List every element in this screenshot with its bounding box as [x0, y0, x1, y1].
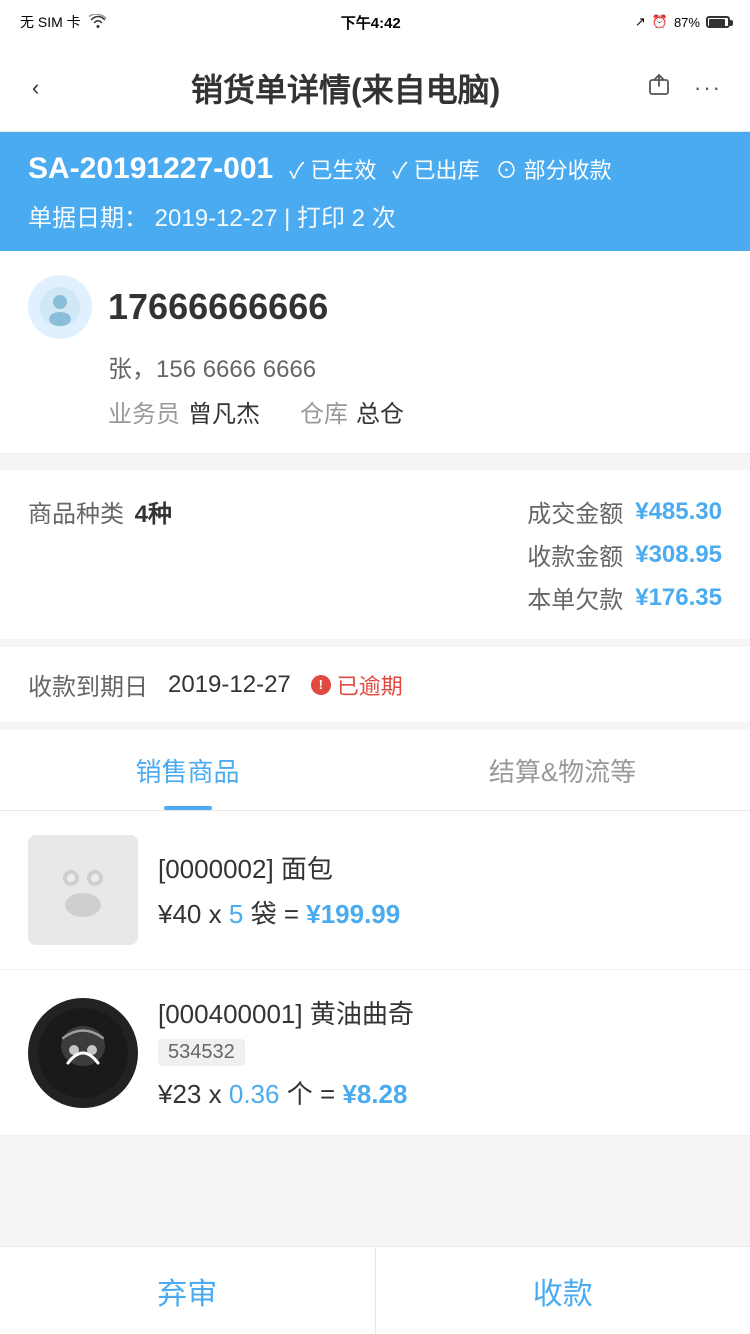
avatar — [28, 275, 92, 339]
list-item: [000400001] 黄油曲奇 534532 ¥23 x 0.36 个 = ¥… — [0, 970, 750, 1136]
alarm-icon: ⏰ — [652, 14, 668, 30]
qty-value-2: 0.36 — [229, 1079, 280, 1109]
product-name-1: [0000002] 面包 — [158, 849, 722, 886]
warehouse-label: 仓库 — [300, 394, 348, 429]
status-bar: 无 SIM 卡 下午4:42 ↗ ⏰ 87% — [0, 0, 750, 44]
product-tag-2: 534532 — [158, 1039, 245, 1066]
nav-actions: ··· — [644, 70, 726, 106]
products-section: [0000002] 面包 ¥40 x 5 袋 = ¥199.99 — [0, 811, 750, 1136]
product-price-2: ¥23 x 0.36 个 = ¥8.28 — [158, 1074, 722, 1111]
cancel-review-label: 弃审 — [157, 1269, 217, 1313]
list-item: [0000002] 面包 ¥40 x 5 袋 = ¥199.99 — [0, 811, 750, 970]
receive-payment-label: 收款 — [533, 1269, 593, 1313]
product-price-1: ¥40 x 5 袋 = ¥199.99 — [158, 894, 722, 931]
date-label: 单据日期： — [28, 205, 148, 232]
bottom-action-bar: 弃审 收款 — [0, 1246, 750, 1334]
cancel-review-button[interactable]: 弃审 — [0, 1247, 376, 1334]
total-value-2: ¥8.28 — [342, 1079, 407, 1109]
tab-sales-products-label: 销售商品 — [135, 752, 239, 789]
page-title: 销货单详情(来自电脑) — [191, 65, 500, 111]
received-value: ¥308.95 — [635, 541, 722, 569]
sales-label: 业务员 — [108, 394, 180, 429]
product-types-label: 商品种类 — [28, 501, 124, 528]
qty-value-1: 5 — [229, 899, 243, 929]
customer-top: 17666666666 — [28, 275, 722, 339]
warehouse-value: 总仓 — [356, 394, 404, 429]
banner-top: SA-20191227-001 ✓ 已生效 ✓ 已出库 ⊙ 部分收款 — [28, 152, 722, 186]
customer-contact: 张，156 6666 6666 — [28, 349, 722, 384]
overdue-dot-icon: ! — [311, 675, 331, 695]
wifi-icon — [89, 14, 107, 31]
deal-amount-row: 成交金额 ¥485.30 — [527, 494, 722, 529]
order-banner: SA-20191227-001 ✓ 已生效 ✓ 已出库 ⊙ 部分收款 单据日期：… — [0, 132, 750, 251]
print-info: | 打印 2 次 — [284, 205, 396, 232]
product-details-2: [000400001] 黄油曲奇 534532 ¥23 x 0.36 个 = ¥… — [158, 994, 722, 1111]
product-title-2: 黄油曲奇 — [310, 999, 414, 1029]
sales-person: 曾凡杰 — [188, 394, 260, 429]
owed-row: 本单欠款 ¥176.35 — [527, 580, 722, 615]
deal-amount-value: ¥485.30 — [635, 498, 722, 526]
total-value-1: ¥199.99 — [306, 899, 400, 929]
summary-section: 商品种类 4种 成交金额 ¥485.30 收款金额 ¥308.95 本单欠款 ¥… — [0, 470, 750, 647]
price-value-1: ¥40 — [158, 899, 201, 929]
customer-meta: 业务员 曾凡杰 仓库 总仓 — [28, 394, 722, 429]
nav-bar: ‹ 销货单详情(来自电脑) ··· — [0, 44, 750, 132]
customer-section: 17666666666 张，156 6666 6666 业务员 曾凡杰 仓库 总… — [0, 251, 750, 454]
status-left: 无 SIM 卡 — [20, 12, 107, 32]
time-display: 下午4:42 — [341, 12, 401, 33]
badge-partial-payment: ⊙ 部分收款 — [495, 153, 611, 185]
product-name-2: [000400001] 黄油曲奇 — [158, 994, 722, 1031]
unit-1: 袋 — [251, 899, 277, 929]
status-right: ↗ ⏰ 87% — [635, 14, 730, 30]
due-label: 收款到期日 — [28, 667, 148, 702]
unit-2: 个 — [287, 1079, 313, 1109]
financial-summary: 成交金额 ¥485.30 收款金额 ¥308.95 本单欠款 ¥176.35 — [527, 494, 722, 615]
back-button[interactable]: ‹ — [24, 67, 47, 109]
received-label: 收款金额 — [527, 537, 623, 572]
carrier-text: 无 SIM 卡 — [20, 12, 81, 32]
overdue-label: 已逾期 — [337, 669, 403, 701]
tabs: 销售商品 结算&物流等 — [0, 730, 750, 811]
tab-settlement[interactable]: 结算&物流等 — [375, 730, 750, 810]
customer-id[interactable]: 17666666666 — [108, 286, 328, 328]
banner-date: 单据日期： 2019-12-27 | 打印 2 次 — [28, 198, 722, 233]
product-code-1: [0000002] — [158, 854, 274, 884]
product-code-2: [000400001] — [158, 999, 303, 1029]
badge-effective: ✓ 已生效 — [289, 153, 376, 185]
receive-payment-button[interactable]: 收款 — [376, 1247, 750, 1334]
owed-label: 本单欠款 — [527, 580, 623, 615]
product-title-1: 面包 — [281, 854, 333, 884]
order-number: SA-20191227-001 — [28, 152, 273, 186]
owed-value: ¥176.35 — [635, 584, 722, 612]
tab-sales-products[interactable]: 销售商品 — [0, 730, 375, 810]
overdue-badge: ! 已逾期 — [311, 669, 403, 701]
received-row: 收款金额 ¥308.95 — [527, 537, 722, 572]
price-value-2: ¥23 — [158, 1079, 201, 1109]
share-button[interactable] — [644, 70, 674, 106]
tab-settlement-label: 结算&物流等 — [489, 752, 636, 789]
product-thumbnail-1 — [28, 835, 138, 945]
battery-icon — [706, 16, 730, 28]
product-types-count: 4种 — [135, 501, 172, 528]
due-date-value: 2019-12-27 — [168, 671, 291, 699]
deal-amount-label: 成交金额 — [527, 494, 623, 529]
tab-indicator — [164, 806, 212, 810]
product-thumbnail-2 — [28, 998, 138, 1108]
badge-shipped: ✓ 已出库 — [392, 153, 479, 185]
product-types: 商品种类 4种 — [28, 494, 172, 615]
order-date: 2019-12-27 — [155, 205, 278, 232]
due-section: 收款到期日 2019-12-27 ! 已逾期 — [0, 647, 750, 730]
product-details-1: [0000002] 面包 ¥40 x 5 袋 = ¥199.99 — [158, 849, 722, 931]
more-button[interactable]: ··· — [690, 71, 726, 105]
battery-percent: 87% — [674, 15, 700, 30]
location-icon: ↗ — [635, 14, 646, 30]
